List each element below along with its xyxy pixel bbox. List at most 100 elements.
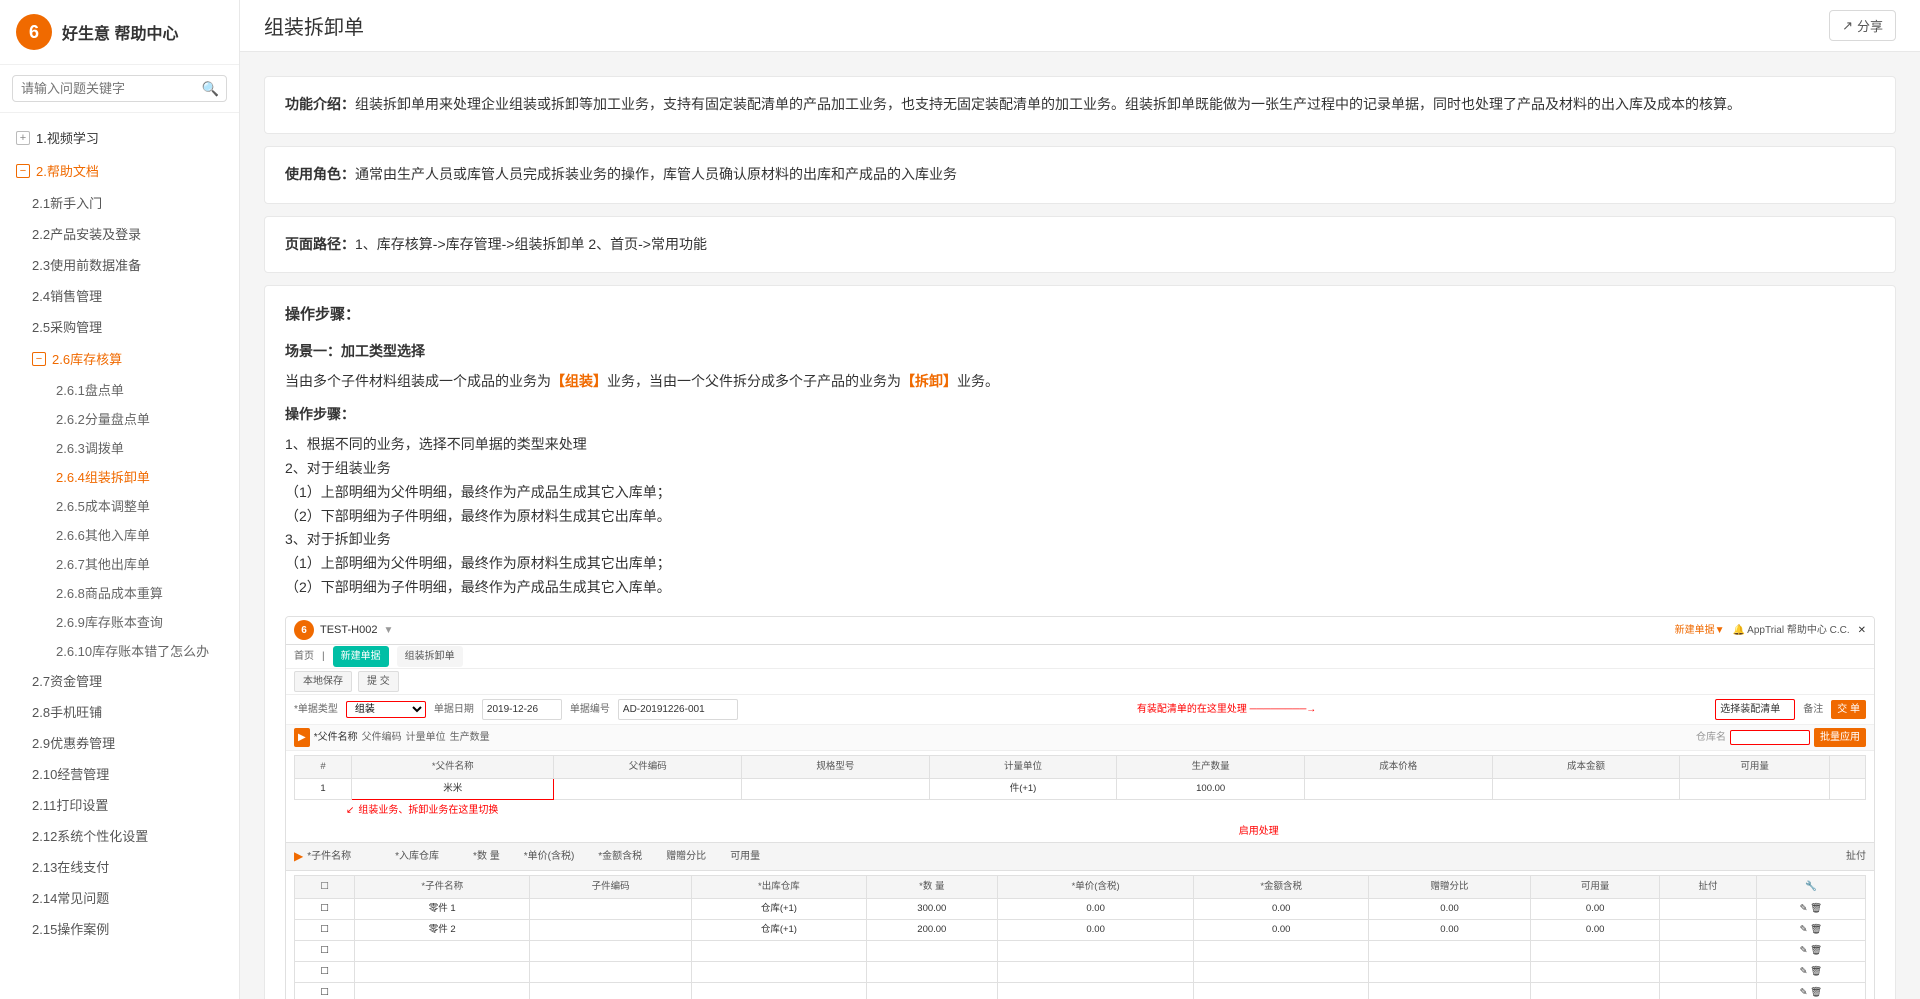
sidebar-item-transfer[interactable]: 2.6.3调拨单 [48, 433, 239, 462]
mock-input-type[interactable]: 组装 拆卸 [346, 701, 426, 718]
sidebar-item-purchase[interactable]: 2.5采购管理 [32, 311, 239, 342]
sidebar-item-cost-adj[interactable]: 2.6.5成本调整单 [48, 491, 239, 520]
screenshot-container: 6 TEST-H002 ▼ 新建单据▼ 🔔 AppTrial 帮助中心 C.C.… [285, 616, 1875, 999]
mock-td-unit: 件(+1) [929, 779, 1117, 800]
mock-td-spec [742, 779, 930, 800]
sidebar-item-ledger-fix[interactable]: 2.6.10库存账本错了怎么办 [48, 636, 239, 665]
sidebar-item-video-learning[interactable]: + 1.视频学习 [0, 121, 239, 154]
sidebar-item-partial-stocktake[interactable]: 2.6.2分量盘点单 [48, 404, 239, 433]
sidebar-item-newbie[interactable]: 2.1新手入门 [32, 187, 239, 218]
mock-ltd-qty1: 300.00 [866, 898, 997, 919]
annotation-type-switch: ↙ 组装业务、拆卸业务在这里切换 [286, 800, 1874, 821]
sidebar-item-ops[interactable]: 2.10经营管理 [32, 758, 239, 789]
mock-warehouse-input[interactable] [1730, 730, 1810, 745]
mock-th-cost-qty: 成本价格 [1304, 755, 1492, 778]
mock-ltd-amt2: 0.00 [1194, 919, 1369, 940]
search-button[interactable]: 🔍 [202, 80, 219, 97]
table-row: ☐ ✎ 🗑 [295, 940, 1866, 961]
sidebar-item-install[interactable]: 2.2产品安装及登录 [32, 218, 239, 249]
mock-ltd-avail2: 0.00 [1531, 919, 1660, 940]
mock-ltd-tax5 [1369, 983, 1531, 999]
sidebar-item-payment[interactable]: 2.13在线支付 [32, 851, 239, 882]
mock-ltd-price1: 0.00 [997, 898, 1193, 919]
mock-lower-code: *入库仓库 [395, 848, 439, 865]
mock-upper-indicator: ▶ [294, 728, 310, 747]
mock-ltd-tax2: 0.00 [1369, 919, 1531, 940]
sidebar-item-cost-recalc[interactable]: 2.6.8商品成本重算 [48, 578, 239, 607]
share-label: 分享 [1857, 16, 1883, 35]
mock-ltd-tax1: 0.00 [1369, 898, 1531, 919]
table-row: ☐ ✎ 🗑 [295, 962, 1866, 983]
sidebar-item-assembly[interactable]: 2.6.4组装拆卸单 [48, 462, 239, 491]
sidebar-item-sales[interactable]: 2.4销售管理 [32, 280, 239, 311]
mock-lth-code: 子件编码 [530, 875, 692, 898]
mock-ltd-amt1: 0.00 [1194, 898, 1369, 919]
collapse-icon: − [16, 164, 30, 178]
nav-tree: + 1.视频学习 − 2.帮助文档 2.1新手入门 2.2产品安装及登录 2.3… [0, 113, 239, 999]
role-label: 使用角色： [285, 166, 355, 182]
sidebar-item-customize[interactable]: 2.12系统个性化设置 [32, 820, 239, 851]
table-row: 1 米米 件(+1) 100.00 [295, 779, 1866, 800]
mock-toolbar: 本地保存 提 交 [286, 669, 1874, 695]
expand-icon: + [16, 131, 30, 145]
mock-lower-table-container: ☐ *子件名称 子件编码 *出库仓库 *数 量 *单价(含税) *金额含税 赠贈… [286, 871, 1874, 999]
mock-lower-table: ☐ *子件名称 子件编码 *出库仓库 *数 量 *单价(含税) *金额含税 赠贈… [294, 875, 1866, 999]
mock-lth-ops: 扯付 [1660, 875, 1757, 898]
sidebar-item-cases[interactable]: 2.15操作案例 [32, 913, 239, 944]
path-card: 页面路径：1、库存核算->库存管理->组装拆卸单 2、首页->常用功能 [264, 216, 1896, 274]
sidebar-item-other-out[interactable]: 2.6.7其他出库单 [48, 549, 239, 578]
logo-area: 6 好生意 帮助中心 [0, 0, 239, 65]
mock-ltd-name5 [355, 983, 530, 999]
sidebar-item-help-docs[interactable]: − 2.帮助文档 [0, 154, 239, 187]
mock-lower-price: *单价(含税) [524, 848, 575, 865]
sidebar-item-data-prep[interactable]: 2.3使用前数据准备 [32, 249, 239, 280]
step2-sub1: （1）上部明细为父件明细，最终作为产成品生成其它入库单； [285, 481, 1875, 505]
sidebar-item-mobile[interactable]: 2.8手机旺铺 [32, 696, 239, 727]
sidebar-item-other-in[interactable]: 2.6.6其他入库单 [48, 520, 239, 549]
mock-ltd-code2 [530, 919, 692, 940]
ops-card: 操作步骤： 场景一：加工类型选择 当由多个子件材料组装成一个成品的业务为【组装】… [264, 285, 1896, 999]
mock-ltd-price4 [997, 962, 1193, 983]
step3-sub1: （1）上部明细为父件明细，最终作为原材料生成其它出库单； [285, 552, 1875, 576]
mock-upper-qty: 计量单位 [406, 729, 446, 746]
mock-ltd-price2: 0.00 [997, 919, 1193, 940]
scene1-desc: 当由多个子件材料组装成一个成品的业务为【组装】业务，当由一个父件拆分成多个子产品… [285, 370, 1875, 394]
sidebar-item-faq[interactable]: 2.14常见问题 [32, 882, 239, 913]
mock-ltd-qty4 [866, 962, 997, 983]
mock-new-order-btn: 新建单据▼ [1675, 622, 1725, 639]
mock-th-seq: # [295, 755, 352, 778]
mock-ltd-code4 [530, 962, 692, 983]
mock-btn-submit2: 交 单 [1831, 700, 1866, 719]
role-text: 使用角色：通常由生产人员或库管人员完成拆装业务的操作，库管人员确认原材料的出库和… [285, 163, 1875, 187]
mock-ltd-avail5 [1531, 983, 1660, 999]
page-title: 组装拆卸单 [264, 11, 364, 40]
sidebar-item-print[interactable]: 2.11打印设置 [32, 789, 239, 820]
sidebar-item-stocktake[interactable]: 2.6.1盘点单 [48, 375, 239, 404]
search-input[interactable] [12, 75, 227, 102]
sidebar-item-ledger-query[interactable]: 2.6.9库存账本查询 [48, 607, 239, 636]
mock-lower-avail: 可用量 [730, 848, 760, 865]
sidebar-item-inventory[interactable]: − 2.6库存核算 [32, 342, 239, 375]
table-row: ☐ 零件 2 仓库(+1) 200.00 0.00 0.00 0.00 0.00 [295, 919, 1866, 940]
share-button[interactable]: ↗ 分享 [1829, 10, 1896, 41]
mock-ltd-amt5 [1194, 983, 1369, 999]
mock-title-left: 6 TEST-H002 ▼ [294, 620, 393, 640]
mock-ltd-pay4 [1660, 962, 1757, 983]
mock-input-no: AD-20191226-001 [618, 699, 738, 720]
annotation-fixed-bom: 有装配清单的在这里处理 ────────→ [746, 701, 1707, 718]
mock-ltd-ops5: ✎ 🗑 [1756, 983, 1865, 999]
mock-ltd-tax3 [1369, 940, 1531, 961]
mock-dropdown: ▼ [383, 622, 393, 639]
mock-ltd-code3 [530, 940, 692, 961]
nav-children-2: 2.1新手入门 2.2产品安装及登录 2.3使用前数据准备 2.4销售管理 2.… [0, 187, 239, 944]
mock-lth-qty: *单价(含税) [997, 875, 1193, 898]
nav-section-2-6: − 2.6库存核算 2.6.1盘点单 2.6.2分量盘点单 2.6.3调拨单 2… [32, 342, 239, 665]
nav-section-2: − 2.帮助文档 2.1新手入门 2.2产品安装及登录 2.3使用前数据准备 2… [0, 154, 239, 944]
role-body: 通常由生产人员或库管人员完成拆装业务的操作，库管人员确认原材料的出库和产成品的入… [355, 166, 957, 182]
sidebar-item-finance[interactable]: 2.7资金管理 [32, 665, 239, 696]
ops-title: 操作步骤： [285, 302, 1875, 328]
sidebar-item-coupons[interactable]: 2.9优惠券管理 [32, 727, 239, 758]
mock-tab-assembly: 新建单据 [333, 646, 389, 667]
mock-label-no: 单据编号 [570, 701, 610, 718]
mock-ltd-pay3 [1660, 940, 1757, 961]
